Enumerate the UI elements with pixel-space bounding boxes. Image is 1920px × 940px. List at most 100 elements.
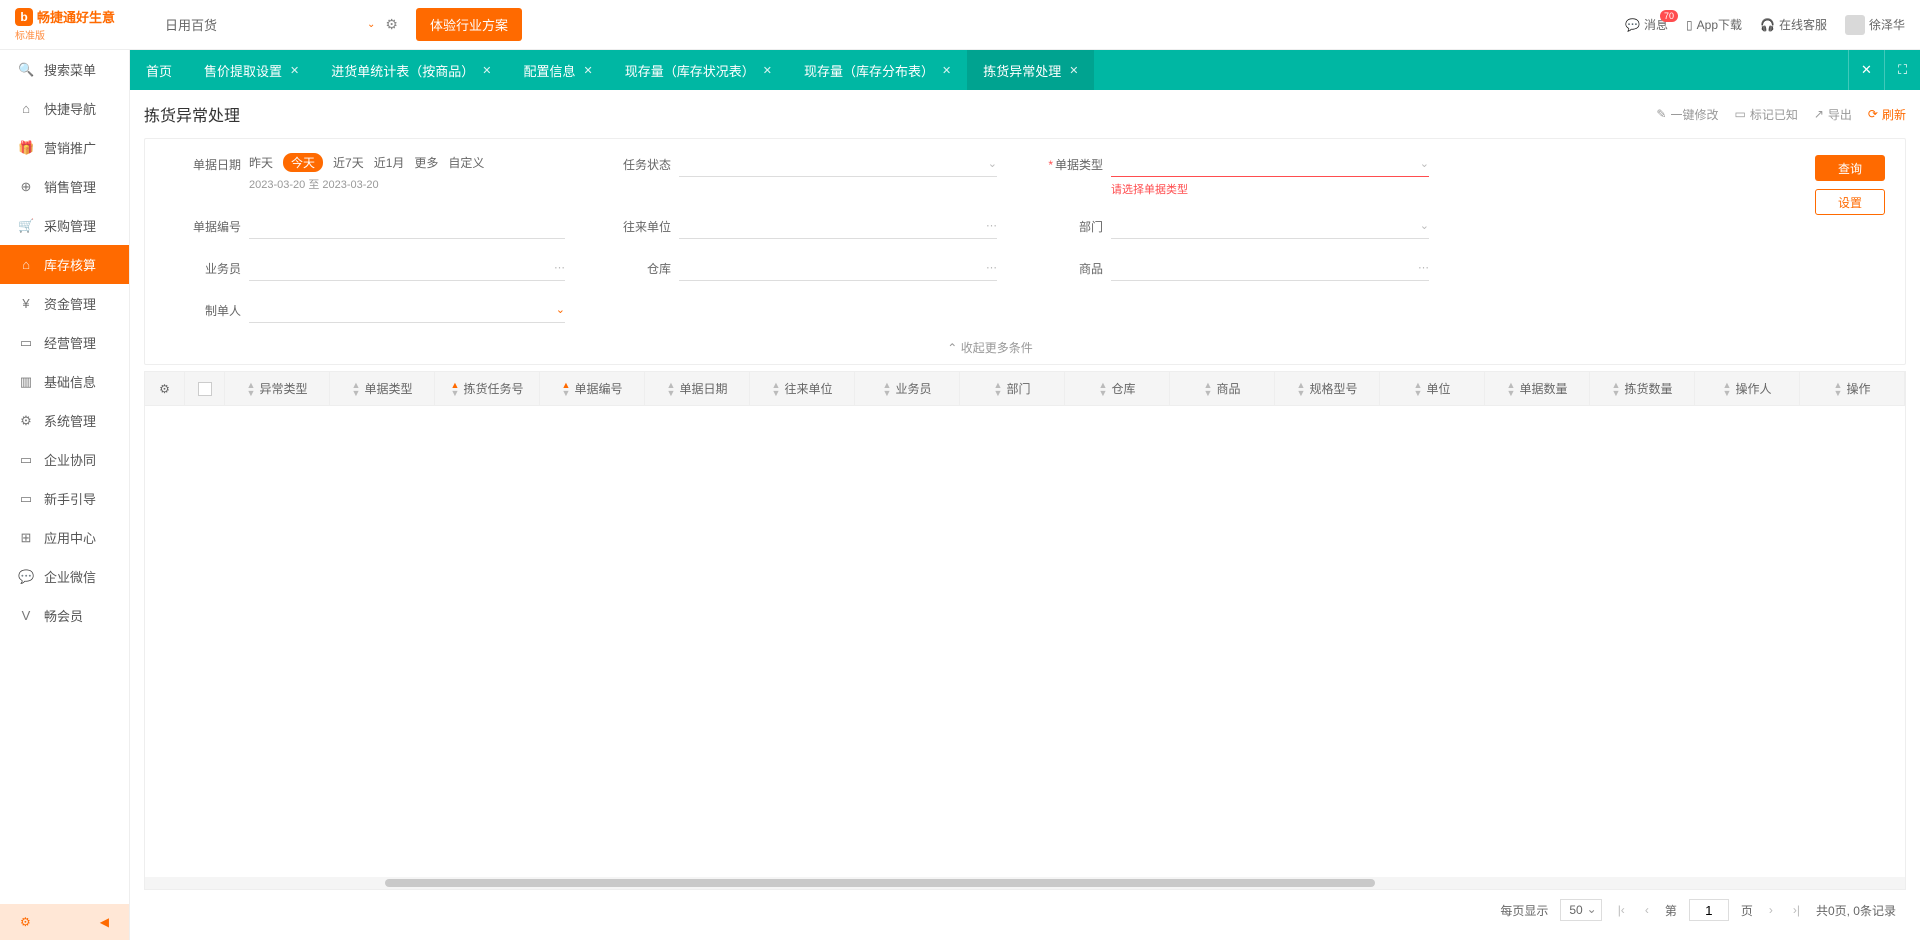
date-more[interactable]: 更多 <box>414 154 438 171</box>
sidebar-item[interactable]: 🛒采购管理 <box>0 206 129 245</box>
per-page-select[interactable]: 50 <box>1560 899 1601 921</box>
online-service-link[interactable]: 🎧 在线客服 <box>1760 16 1827 33</box>
table-column-header[interactable]: ▲▼业务员 <box>855 372 960 405</box>
next-page-button[interactable]: › <box>1765 903 1777 917</box>
sidebar-item[interactable]: 💬企业微信 <box>0 557 129 596</box>
ellipsis-icon[interactable]: ⋯ <box>986 261 997 274</box>
ellipsis-icon[interactable]: ⋯ <box>1418 261 1429 274</box>
collapse-filters[interactable]: ⌃ 收起更多条件 <box>165 335 1815 364</box>
department-select[interactable] <box>1111 215 1429 239</box>
app-download-link[interactable]: ▯ App下载 <box>1686 16 1742 33</box>
sidebar-item[interactable]: ⊕销售管理 <box>0 167 129 206</box>
sidebar-item[interactable]: V畅会员 <box>0 596 129 635</box>
date-last1m[interactable]: 近1月 <box>374 154 405 171</box>
doc-no-input[interactable] <box>249 215 565 239</box>
fullscreen-button[interactable]: ⛶ <box>1884 50 1920 90</box>
table-column-header[interactable]: ▲▼异常类型 <box>225 372 330 405</box>
prev-page-button[interactable]: ‹ <box>1641 903 1653 917</box>
table-column-header[interactable]: ▲▼操作人 <box>1695 372 1800 405</box>
ellipsis-icon[interactable]: ⋯ <box>986 219 997 232</box>
tab[interactable]: 拣货异常处理✕ <box>967 50 1094 90</box>
sidebar-item[interactable]: ▭企业协同 <box>0 440 129 479</box>
date-yesterday[interactable]: 昨天 <box>249 154 273 171</box>
sort-icon[interactable]: ▲▼ <box>352 381 361 397</box>
sort-icon[interactable]: ▲▼ <box>1612 381 1621 397</box>
refresh-action[interactable]: ⟳刷新 <box>1868 106 1906 123</box>
sort-icon[interactable]: ▲▼ <box>772 381 781 397</box>
table-column-header[interactable]: ▲▼单据数量 <box>1485 372 1590 405</box>
sort-icon[interactable]: ▲▼ <box>1204 381 1213 397</box>
last-page-button[interactable]: ›| <box>1789 903 1804 917</box>
close-icon[interactable]: ✕ <box>942 64 951 77</box>
sidebar-item[interactable]: ▥基础信息 <box>0 362 129 401</box>
select-all-col[interactable] <box>185 372 225 405</box>
maker-select[interactable] <box>249 299 565 323</box>
sidebar-item[interactable]: ⌂快捷导航 <box>0 89 129 128</box>
sort-icon[interactable]: ▲▼ <box>667 381 676 397</box>
table-column-header[interactable]: ▲▼拣货数量 <box>1590 372 1695 405</box>
close-icon[interactable]: ✕ <box>763 64 772 77</box>
sidebar-item[interactable]: ▭新手引导 <box>0 479 129 518</box>
sort-icon[interactable]: ▲▼ <box>994 381 1003 397</box>
sort-icon[interactable]: ▲▼ <box>562 381 571 397</box>
sidebar-item[interactable]: ¥资金管理 <box>0 284 129 323</box>
date-last7[interactable]: 近7天 <box>333 154 364 171</box>
partner-input[interactable] <box>679 215 997 239</box>
table-column-header[interactable]: ▲▼规格型号 <box>1275 372 1380 405</box>
table-column-header[interactable]: ▲▼单据日期 <box>645 372 750 405</box>
product-input[interactable] <box>1111 257 1429 281</box>
filter-settings-button[interactable]: 设置 <box>1815 189 1885 215</box>
export-action[interactable]: ↗导出 <box>1814 106 1852 123</box>
table-column-header[interactable]: ▲▼单据类型 <box>330 372 435 405</box>
search-button[interactable]: 查询 <box>1815 155 1885 181</box>
table-column-header[interactable]: ▲▼往来单位 <box>750 372 855 405</box>
messages-link[interactable]: 💬 消息 70 <box>1625 16 1668 33</box>
sidebar-item[interactable]: ⌂库存核算 <box>0 245 129 284</box>
table-column-header[interactable]: ▲▼单据编号 <box>540 372 645 405</box>
category-selector[interactable]: 日用百货 ⌄ <box>165 15 375 34</box>
date-range-options[interactable]: 昨天 今天 近7天 近1月 更多 自定义 <box>249 153 565 172</box>
page-number-input[interactable] <box>1689 899 1729 921</box>
collapse-sidebar-icon[interactable]: ◀ <box>100 915 109 929</box>
table-column-header[interactable]: ▲▼拣货任务号 <box>435 372 540 405</box>
close-icon[interactable]: ✕ <box>482 64 491 77</box>
sort-icon[interactable]: ▲▼ <box>1099 381 1108 397</box>
table-column-header[interactable]: ▲▼部门 <box>960 372 1065 405</box>
sidebar-item[interactable]: ⊞应用中心 <box>0 518 129 557</box>
mark-read-action[interactable]: ▭标记已知 <box>1734 106 1797 123</box>
chevron-down-icon[interactable]: ⌄ <box>1420 157 1429 170</box>
chevron-down-icon[interactable]: ⌄ <box>556 303 565 316</box>
tab[interactable]: 现存量（库存分布表）✕ <box>788 50 967 90</box>
table-column-header[interactable]: ▲▼商品 <box>1170 372 1275 405</box>
tab[interactable]: 现存量（库存状况表）✕ <box>609 50 788 90</box>
settings-icon[interactable]: ⚙ <box>20 915 31 929</box>
user-menu[interactable]: 徐泽华 <box>1845 15 1905 35</box>
first-page-button[interactable]: |‹ <box>1614 903 1629 917</box>
date-custom[interactable]: 自定义 <box>448 154 484 171</box>
sort-icon[interactable]: ▲▼ <box>247 381 256 397</box>
tab[interactable]: 售价提取设置✕ <box>188 50 315 90</box>
table-settings-col[interactable]: ⚙ <box>145 372 185 405</box>
date-today[interactable]: 今天 <box>283 153 323 172</box>
sidebar-item[interactable]: 🎁营销推广 <box>0 128 129 167</box>
close-icon[interactable]: ✕ <box>1069 64 1078 77</box>
close-all-tabs-button[interactable]: ✕ <box>1848 50 1884 90</box>
sidebar-item[interactable]: 🔍搜索菜单 <box>0 50 129 89</box>
warehouse-input[interactable] <box>679 257 997 281</box>
ellipsis-icon[interactable]: ⋯ <box>554 261 565 274</box>
sort-icon[interactable]: ▲▼ <box>883 381 892 397</box>
table-column-header[interactable]: ▲▼仓库 <box>1065 372 1170 405</box>
chevron-down-icon[interactable]: ⌄ <box>1420 219 1429 232</box>
batch-edit-action[interactable]: ✎一键修改 <box>1656 106 1718 123</box>
close-icon[interactable]: ✕ <box>290 64 299 77</box>
chevron-down-icon[interactable]: ⌄ <box>988 157 997 170</box>
gear-icon[interactable]: ⚙ <box>385 16 398 33</box>
salesman-input[interactable] <box>249 257 565 281</box>
sort-icon[interactable]: ▲▼ <box>451 381 460 397</box>
sort-icon[interactable]: ▲▼ <box>1834 381 1843 397</box>
checkbox[interactable] <box>198 382 212 396</box>
doc-type-select[interactable] <box>1111 153 1429 177</box>
sort-icon[interactable]: ▲▼ <box>1507 381 1516 397</box>
sort-icon[interactable]: ▲▼ <box>1723 381 1732 397</box>
table-column-header[interactable]: ▲▼单位 <box>1380 372 1485 405</box>
